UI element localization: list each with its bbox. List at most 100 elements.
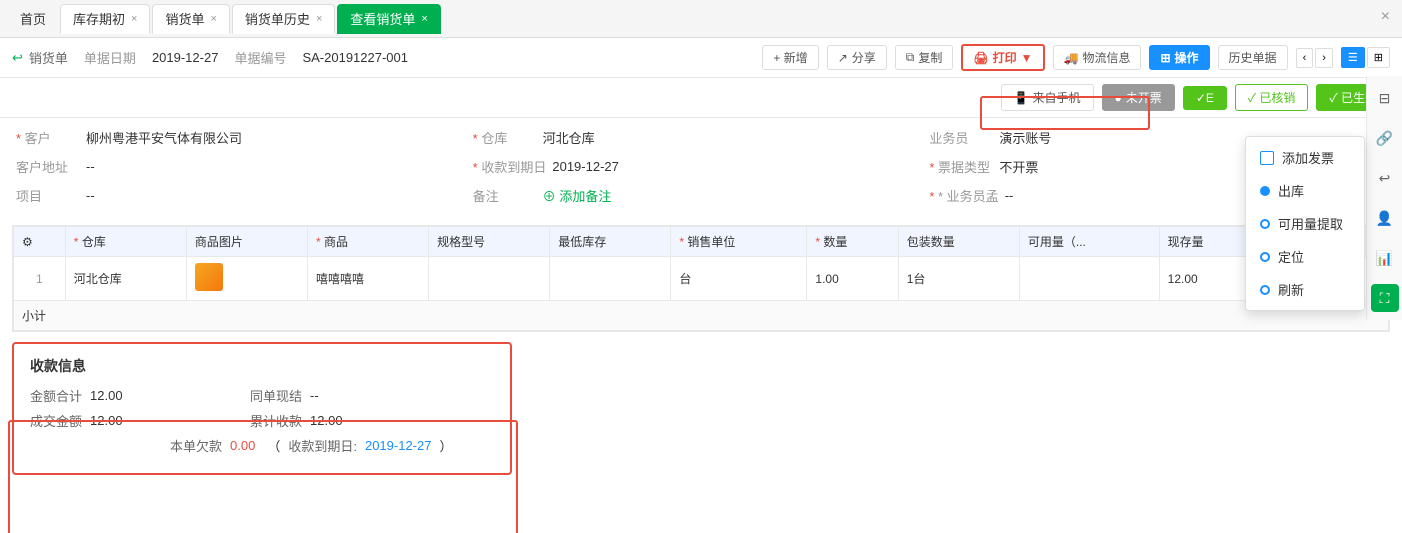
total-amount-value: 12.00 bbox=[90, 388, 123, 403]
employee-label: 业务员 bbox=[929, 128, 999, 147]
action-row: 📱 来自手机 ● 未开票 ✓E ✓ 已核销 ✓ 已生效 bbox=[0, 78, 1402, 118]
col-unit: 销售单位 bbox=[671, 227, 807, 257]
accumulated-field: 累计收款 12.00 bbox=[250, 411, 430, 430]
subtotal-label: 小计 bbox=[14, 301, 1389, 331]
view-list-button[interactable]: ☰ bbox=[1341, 47, 1365, 68]
total-amount-field: 金额合计 12.00 bbox=[30, 386, 210, 405]
row-min-stock bbox=[550, 257, 671, 301]
product-image bbox=[195, 263, 223, 291]
sales-employee-value: -- bbox=[1005, 188, 1014, 203]
col-product-img: 商品图片 bbox=[186, 227, 307, 257]
tab-view-sales[interactable]: 查看销货单 × bbox=[337, 4, 440, 34]
due-date-value: 2019-12-27 bbox=[552, 159, 619, 174]
col-current-stock: 现存量 bbox=[1159, 227, 1258, 257]
row-quantity: 1.00 bbox=[807, 257, 898, 301]
close-tab-sales-history[interactable]: × bbox=[316, 13, 322, 25]
not-open-button[interactable]: ● 未开票 bbox=[1102, 84, 1175, 111]
customer-value: 柳州粤港平安气体有限公司 bbox=[86, 128, 242, 147]
check-icon: ✓ bbox=[1248, 91, 1256, 105]
cancelled-button[interactable]: ✓ 已核销 bbox=[1235, 84, 1309, 111]
share-button[interactable]: ↗ 分享 bbox=[827, 45, 887, 70]
ticket-value: 不开票 bbox=[999, 157, 1038, 176]
owed-field: 本单欠款 0.00 （ 收款到期日: 2019-12-27 ） bbox=[30, 436, 452, 455]
logistics-button[interactable]: 🚚 物流信息 bbox=[1053, 45, 1142, 70]
mobile-icon: 📱 bbox=[1014, 91, 1029, 105]
nav-prev[interactable]: ‹ bbox=[1296, 48, 1314, 68]
address-label: 客户地址 bbox=[16, 157, 86, 176]
col-product: 商品 bbox=[307, 227, 428, 257]
doc-type-icon: ↩ bbox=[12, 50, 23, 66]
view-grid-button[interactable]: ⊞ bbox=[1367, 47, 1390, 68]
print-button[interactable]: 🖨 打印 ▼ bbox=[961, 44, 1044, 71]
dropdown-add-invoice[interactable]: 添加发票 bbox=[1246, 141, 1364, 174]
row-package-qty: 1台 bbox=[898, 257, 1019, 301]
row-product-img bbox=[186, 257, 307, 301]
right-icon-3[interactable]: ↩ bbox=[1371, 164, 1399, 192]
history-button[interactable]: 历史单据 bbox=[1218, 45, 1288, 70]
owed-value: 0.00 bbox=[230, 438, 255, 453]
due-date-field: 收款到期日 2019-12-27 bbox=[473, 157, 930, 176]
remark-label: 备注 bbox=[473, 186, 543, 205]
tab-inventory-init[interactable]: 库存期初 × bbox=[60, 4, 150, 34]
doc-meta: 单据日期 2019-12-27 单据编号 SA-20191227-001 bbox=[84, 48, 408, 67]
col-package-qty: 包装数量 bbox=[898, 227, 1019, 257]
view-toggle: ☰ ⊞ bbox=[1341, 47, 1390, 68]
effective-icon: ✓ bbox=[1329, 91, 1337, 105]
dropdown-refresh[interactable]: 刷新 bbox=[1246, 273, 1364, 306]
window-close-button[interactable]: × bbox=[1369, 0, 1402, 34]
number-value: SA-20191227-001 bbox=[302, 50, 408, 65]
dropdown-outbound[interactable]: 出库 bbox=[1246, 174, 1364, 207]
col-warehouse: 仓库 bbox=[65, 227, 186, 257]
transaction-label: 成交金额 bbox=[30, 411, 82, 430]
row-warehouse: 河北仓库 bbox=[65, 257, 186, 301]
due-date-note-label: 收款到期日: bbox=[288, 436, 357, 455]
payment-box: 收款信息 金额合计 12.00 同单现结 -- 成交金额 12.00 累计收款 bbox=[12, 342, 512, 475]
date-value: 2019-12-27 bbox=[152, 50, 219, 65]
dropdown-available-qty[interactable]: 可用量提取 bbox=[1246, 207, 1364, 240]
right-icon-4[interactable]: 👤 bbox=[1371, 204, 1399, 232]
owed-note: （ bbox=[267, 436, 280, 455]
transaction-field: 成交金额 12.00 bbox=[30, 411, 210, 430]
locate-icon bbox=[1260, 252, 1270, 262]
right-icon-2[interactable]: 🔗 bbox=[1371, 124, 1399, 152]
col-spec: 规格型号 bbox=[429, 227, 550, 257]
add-invoice-icon bbox=[1260, 151, 1274, 165]
close-tab-sales-order[interactable]: × bbox=[210, 13, 216, 25]
employee-value: 演示账号 bbox=[999, 128, 1051, 147]
dropdown-locate[interactable]: 定位 bbox=[1246, 240, 1364, 273]
right-icon-6-expand[interactable]: ⛶ bbox=[1371, 284, 1399, 312]
col-min-stock: 最低库存 bbox=[550, 227, 671, 257]
remark-field: 备注 ⊕ 添加备注 bbox=[473, 186, 930, 205]
main-content: ↩ 销货单 单据日期 2019-12-27 单据编号 SA-20191227-0… bbox=[0, 38, 1402, 533]
tab-sales-history[interactable]: 销货单历史 × bbox=[232, 4, 335, 34]
new-button[interactable]: + 新增 bbox=[762, 45, 818, 70]
copy-button[interactable]: ⧉ 复制 bbox=[895, 45, 954, 70]
col-quantity: 数量 bbox=[807, 227, 898, 257]
nav-next[interactable]: › bbox=[1315, 48, 1333, 68]
form-row-1: 客户 柳州粤港平安气体有限公司 仓库 河北仓库 业务员 演示账号 bbox=[16, 128, 1386, 147]
date-label: 单据日期 bbox=[84, 48, 136, 67]
row-spec bbox=[429, 257, 550, 301]
table-wrap: ⚙ 仓库 商品图片 商品 规格型号 最低库存 销售单位 数量 包装数量 可用量（… bbox=[12, 225, 1390, 332]
right-icon-1[interactable]: ⊟ bbox=[1371, 84, 1399, 112]
customer-field: 客户 柳州粤港平安气体有限公司 bbox=[16, 128, 473, 147]
form-row-3: 项目 -- 备注 ⊕ 添加备注 * 业务员孟 -- bbox=[16, 186, 1386, 205]
right-icon-5[interactable]: 📊 bbox=[1371, 244, 1399, 272]
tab-home[interactable]: 首页 bbox=[8, 4, 58, 34]
mobile-button[interactable]: 📱 来自手机 bbox=[1001, 84, 1094, 111]
tab-sales-order[interactable]: 销货单 × bbox=[152, 4, 229, 34]
payment-row-2: 成交金额 12.00 累计收款 12.00 bbox=[30, 411, 494, 430]
close-tab-inventory[interactable]: × bbox=[131, 13, 137, 25]
add-remark-button[interactable]: ⊕ 添加备注 bbox=[543, 186, 612, 205]
tab-bar: 首页 库存期初 × 销货单 × 销货单历史 × 查看销货单 × × bbox=[0, 0, 1402, 38]
project-value: -- bbox=[86, 188, 95, 203]
check-icon-btn[interactable]: ✓E bbox=[1183, 86, 1227, 110]
payment-row-1: 金额合计 12.00 同单现结 -- bbox=[30, 386, 494, 405]
close-tab-view-sales[interactable]: × bbox=[421, 13, 427, 25]
doc-type-title: ↩ 销货单 bbox=[12, 48, 68, 67]
accumulated-label: 累计收款 bbox=[250, 411, 302, 430]
col-settings: ⚙ bbox=[14, 227, 66, 257]
form-row-2: 客户地址 -- 收款到期日 2019-12-27 票据类型 不开票 bbox=[16, 157, 1386, 176]
doc-type-label: 销货单 bbox=[29, 48, 68, 67]
ops-button[interactable]: ⊞ 操作 bbox=[1149, 45, 1209, 70]
